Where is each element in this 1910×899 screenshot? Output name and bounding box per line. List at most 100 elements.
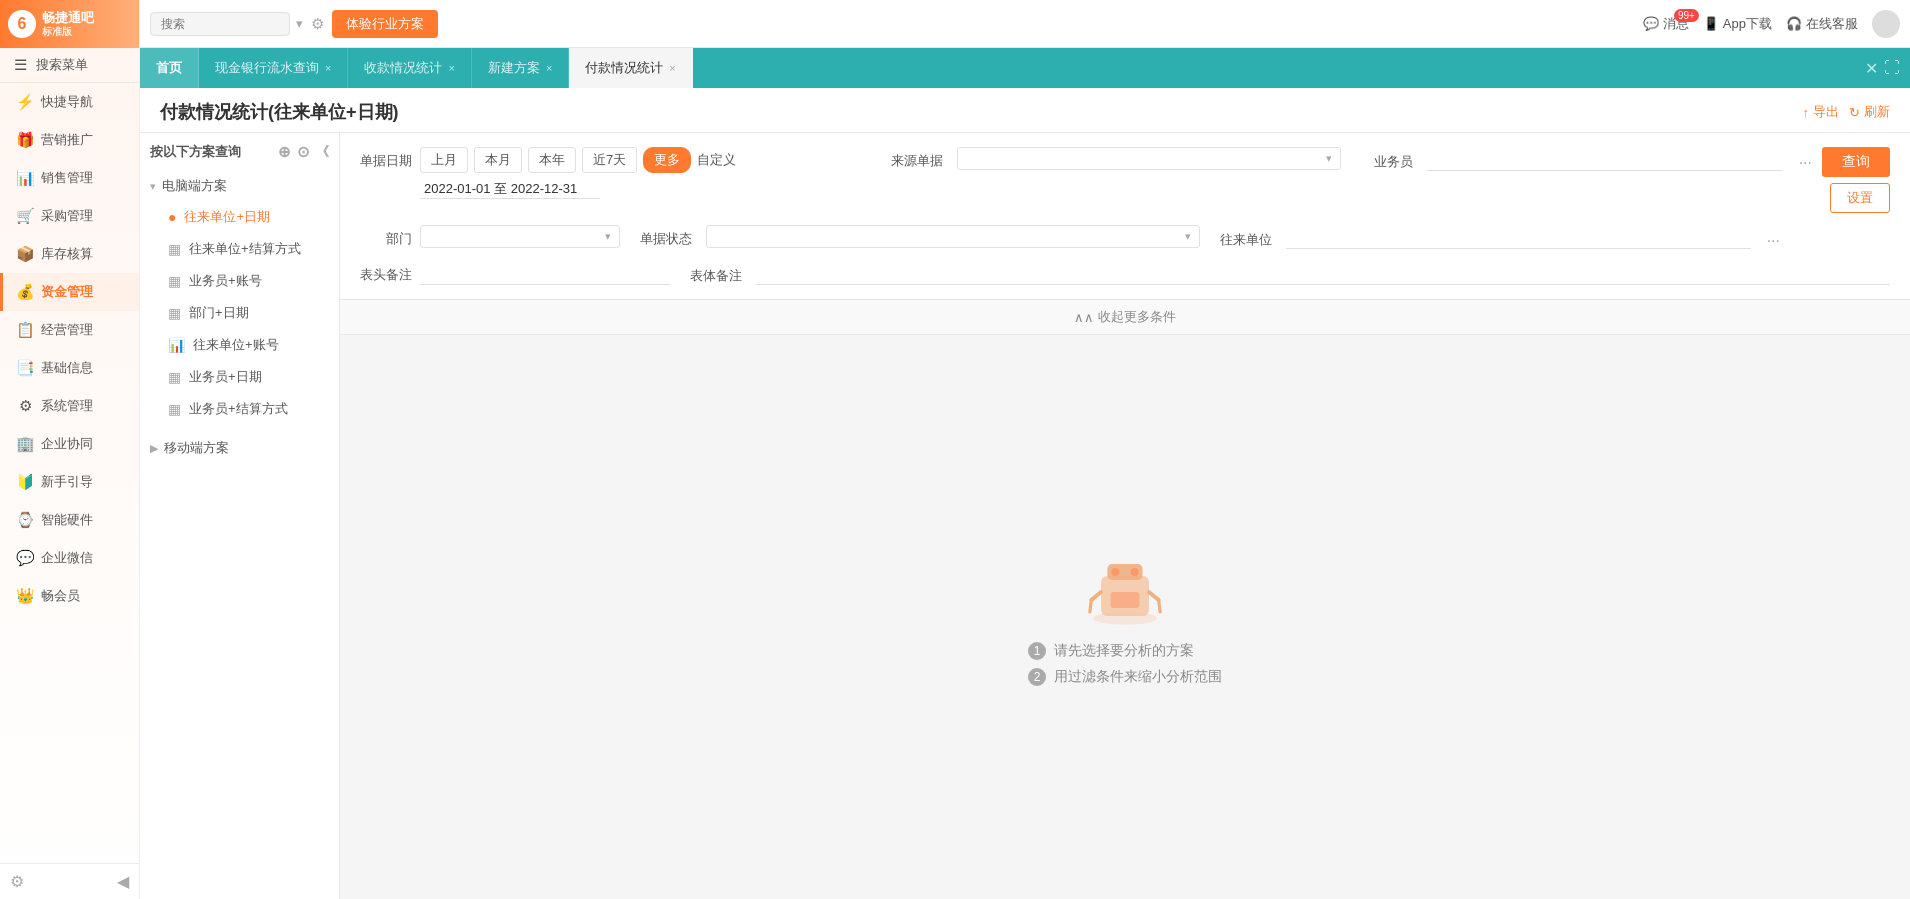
topbar-dropdown-arrow[interactable]: ▾ (296, 16, 303, 31)
sidebar-logo: 6 畅捷通吧 标准版 (0, 0, 139, 48)
sidebar-settings-icon[interactable]: ⚙ (10, 872, 24, 891)
refresh-icon: ↻ (1849, 105, 1860, 120)
sidebar-item-purchase[interactable]: 🛒 采购管理 (0, 197, 139, 235)
this-year-btn[interactable]: 本年 (528, 147, 576, 173)
online-service-btn[interactable]: 🎧 在线客服 (1786, 15, 1858, 33)
topbar-search-input[interactable] (150, 12, 290, 36)
refresh-btn[interactable]: ↻ 刷新 (1849, 103, 1890, 121)
sidebar-item-wechat[interactable]: 💬 企业微信 (0, 539, 139, 577)
tab-receipts[interactable]: 收款情况统计 × (348, 48, 471, 88)
scheme-item-staff-date-icon: ▦ (168, 369, 181, 385)
source-doc-arrow: ▾ (1326, 152, 1332, 165)
last-7-btn[interactable]: 近7天 (582, 147, 637, 173)
staff-dots[interactable]: ... (1789, 150, 1812, 168)
tab-close-all-btn[interactable]: ✕ (1865, 59, 1878, 78)
partner-dots[interactable]: ... (1757, 228, 1780, 246)
voucher-date-label: 单据日期 (360, 147, 420, 170)
tab-cash-flow[interactable]: 现金银行流水查询 × (199, 48, 348, 88)
svg-line-9 (1159, 600, 1161, 612)
partner-input[interactable] (1286, 225, 1751, 249)
sidebar-item-operation[interactable]: 📋 经营管理 (0, 311, 139, 349)
scheme-item-partner-account[interactable]: 📊 往来单位+账号 (140, 329, 339, 361)
sidebar-item-system[interactable]: ⚙ 系统管理 (0, 387, 139, 425)
tab-cash-flow-close[interactable]: × (325, 62, 331, 74)
tab-new-scheme-close[interactable]: × (546, 62, 552, 74)
sidebar-item-marketing[interactable]: 🎁 营销推广 (0, 121, 139, 159)
sidebar-item-capital[interactable]: 💰 资金管理 (0, 273, 139, 311)
staff-label: 业务员 (1361, 148, 1421, 171)
tab-payments-close[interactable]: × (669, 62, 675, 74)
scheme-item-staff-account-icon: ▦ (168, 273, 181, 289)
sidebar: 6 畅捷通吧 标准版 ☰ 搜索菜单 ⚡ 快捷导航 🎁 营销推广 📊 销售管理 🛒… (0, 0, 140, 899)
trial-industry-btn[interactable]: 体验行业方案 (332, 10, 438, 38)
empty-tip-1: 1 请先选择要分析的方案 (1028, 642, 1222, 660)
sidebar-item-hardware[interactable]: ⌚ 智能硬件 (0, 501, 139, 539)
sidebar-item-quick-nav[interactable]: ⚡ 快捷导航 (0, 83, 139, 121)
main-area: ▾ ⚙ 体验行业方案 💬 消息 99+ 📱 App下载 🎧 在线客服 首页 (140, 0, 1910, 899)
content-panel: 按以下方案查询 ⊕ ⊙ 《 ▾ 电脑端方案 ● 往来单位+日期 (140, 133, 1910, 899)
this-month-btn[interactable]: 本月 (474, 147, 522, 173)
sidebar-item-base-info[interactable]: 📑 基础信息 (0, 349, 139, 387)
scheme-settings-btn[interactable]: ⊙ (297, 143, 310, 161)
sidebar-footer: ⚙ ◀ (0, 863, 139, 899)
svg-line-8 (1090, 600, 1092, 612)
custom-date-label: 自定义 (697, 151, 736, 169)
partner-label: 往来单位 (1220, 226, 1280, 249)
filter-settings-btn[interactable]: 设置 (1830, 183, 1890, 213)
logo-icon: 6 (8, 10, 36, 38)
filter-row-3: 表头备注 表体备注 (360, 261, 1890, 285)
body-note-label: 表体备注 (690, 262, 750, 285)
sidebar-item-member[interactable]: 👑 畅会员 (0, 577, 139, 615)
scheme-item-staff-account[interactable]: ▦ 业务员+账号 (140, 265, 339, 297)
tip-num-2: 2 (1028, 668, 1046, 686)
date-range-input[interactable] (420, 179, 600, 199)
doc-status-select[interactable]: ▾ (706, 225, 1200, 248)
tip-num-1: 1 (1028, 642, 1046, 660)
sidebar-search[interactable]: ☰ 搜索菜单 (0, 48, 139, 83)
scheme-item-dept-date[interactable]: ▦ 部门+日期 (140, 297, 339, 329)
scheme-group-mobile-header[interactable]: ▶ 移动端方案 (140, 433, 339, 463)
collapse-bar[interactable]: ∧∧ 收起更多条件 (340, 300, 1910, 335)
tab-new-scheme[interactable]: 新建方案 × (472, 48, 569, 88)
export-icon: ↑ (1803, 105, 1810, 120)
sales-icon: 📊 (15, 169, 35, 187)
scheme-item-staff-settle-icon: ▦ (168, 401, 181, 417)
source-doc-select[interactable]: ▾ (957, 147, 1342, 170)
app-download-btn[interactable]: 📱 App下载 (1703, 15, 1772, 33)
more-date-btn[interactable]: 更多 (643, 147, 691, 173)
sidebar-item-guide[interactable]: 🔰 新手引导 (0, 463, 139, 501)
scheme-add-btn[interactable]: ⊕ (278, 143, 291, 161)
scheme-item-partner-settle[interactable]: ▦ 往来单位+结算方式 (140, 233, 339, 265)
dept-select[interactable]: ▾ (420, 225, 620, 248)
export-btn[interactable]: ↑ 导出 (1803, 103, 1840, 121)
scheme-collapse-btn[interactable]: 《 (316, 143, 329, 161)
scheme-group-pc-header[interactable]: ▾ 电脑端方案 (140, 171, 339, 201)
marketing-icon: 🎁 (15, 131, 35, 149)
sidebar-collapse-icon[interactable]: ◀ (117, 872, 129, 891)
headset-icon: 🎧 (1786, 16, 1802, 31)
scheme-item-partner-date[interactable]: ● 往来单位+日期 (140, 201, 339, 233)
scheme-item-staff-settle[interactable]: ▦ 业务员+结算方式 (140, 393, 339, 425)
tab-payments[interactable]: 付款情况统计 × (569, 48, 692, 88)
enterprise-icon: 🏢 (15, 435, 35, 453)
query-btn[interactable]: 查询 (1822, 147, 1890, 177)
user-avatar[interactable] (1872, 10, 1900, 38)
topbar-gear-icon[interactable]: ⚙ (311, 15, 324, 33)
staff-input[interactable] (1427, 147, 1782, 171)
prev-month-btn[interactable]: 上月 (420, 147, 468, 173)
operation-icon: 📋 (15, 321, 35, 339)
sidebar-item-inventory[interactable]: 📦 库存核算 (0, 235, 139, 273)
right-panel: 单据日期 上月 本月 本年 近7天 更多 自定义 来源单据 (340, 133, 1910, 899)
sidebar-item-sales[interactable]: 📊 销售管理 (0, 159, 139, 197)
messages-btn[interactable]: 💬 消息 99+ (1643, 15, 1689, 33)
header-note-input[interactable] (420, 261, 670, 285)
tab-receipts-close[interactable]: × (448, 62, 454, 74)
sidebar-item-enterprise[interactable]: 🏢 企业协同 (0, 425, 139, 463)
filter-row-2: 部门 ▾ 单据状态 ▾ 往来单 (360, 225, 1890, 249)
tab-home[interactable]: 首页 (140, 48, 199, 88)
tab-maximize-btn[interactable]: ⛶ (1884, 59, 1900, 77)
quick-nav-icon: ⚡ (15, 93, 35, 111)
body-note-input[interactable] (756, 261, 1890, 285)
scheme-item-partner-settle-icon: ▦ (168, 241, 181, 257)
scheme-item-staff-date[interactable]: ▦ 业务员+日期 (140, 361, 339, 393)
